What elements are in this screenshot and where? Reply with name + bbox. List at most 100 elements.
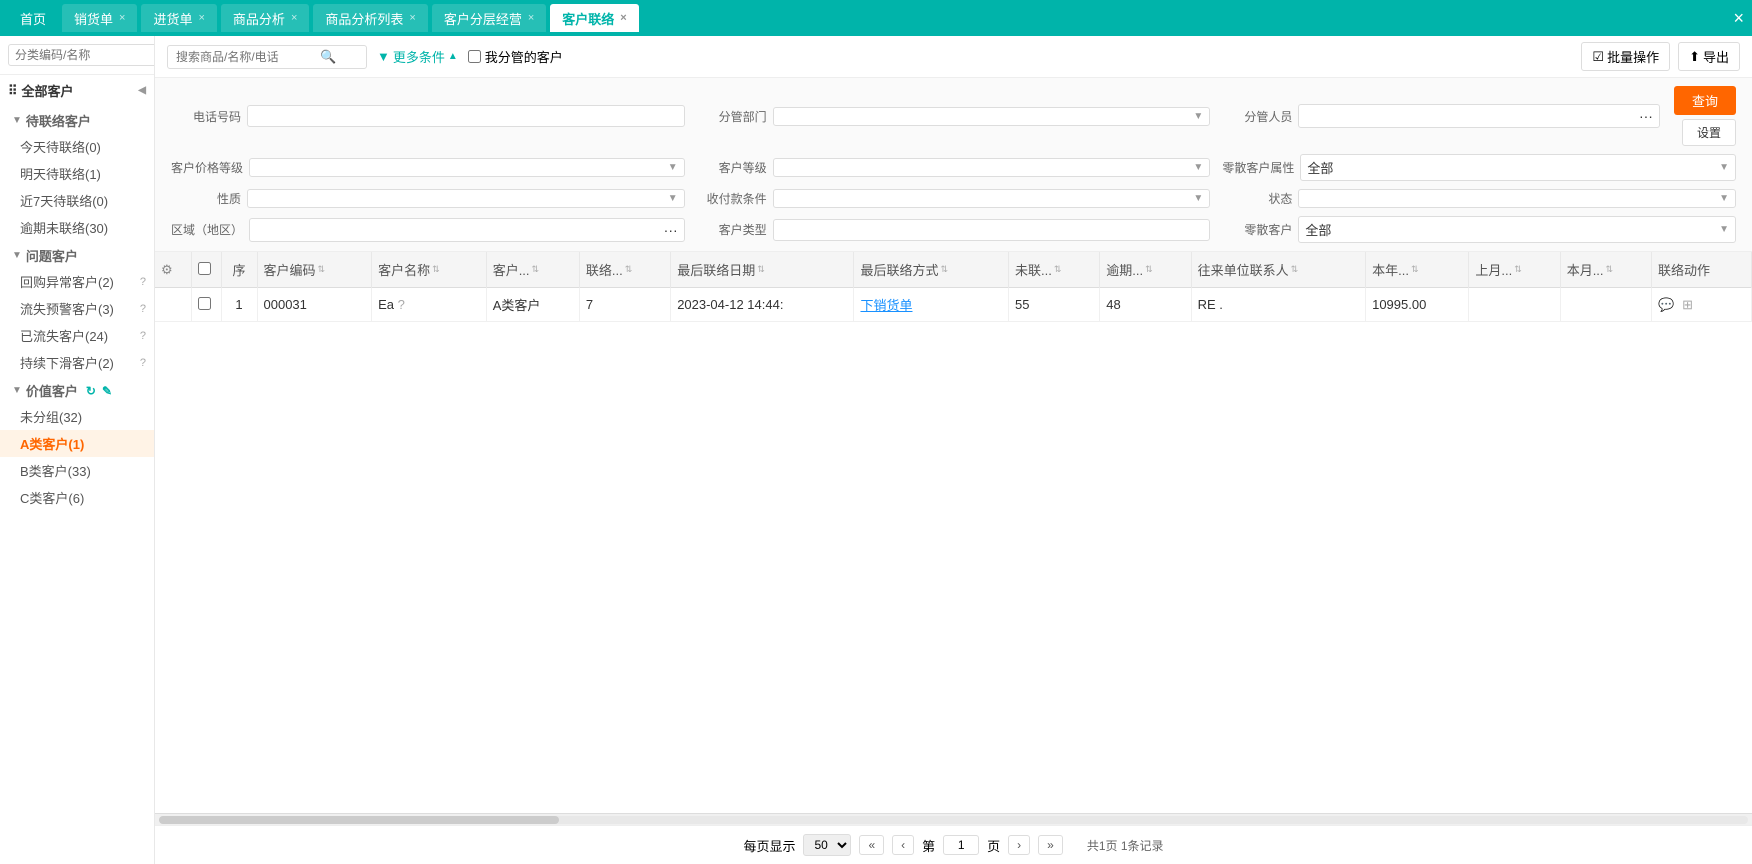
- triangle-icon3: ▼: [12, 385, 22, 396]
- close-tab-goods-analysis[interactable]: ×: [291, 12, 297, 24]
- sidebar-item-lost-warning[interactable]: 流失预警客户(3) ?: [0, 295, 154, 322]
- tab-purchase[interactable]: 进货单 ×: [141, 4, 216, 32]
- filter-nature-select[interactable]: ▼: [247, 189, 685, 208]
- sidebar-item-7days[interactable]: 近7天待联络(0): [0, 187, 154, 214]
- filter-sparse-cust-select[interactable]: 全部 ▼: [1298, 216, 1736, 243]
- my-customers-checkbox[interactable]: 我分管的客户: [468, 47, 563, 66]
- horizontal-scrollbar[interactable]: [155, 813, 1752, 825]
- sort-icon-code[interactable]: ⇅: [318, 264, 326, 275]
- scrollbar-thumb[interactable]: [159, 816, 559, 824]
- help-icon4[interactable]: ?: [140, 357, 146, 369]
- settings-button[interactable]: 设置: [1682, 119, 1736, 146]
- filter-status-label: 状态: [1222, 190, 1292, 207]
- close-all-button[interactable]: ×: [1733, 8, 1744, 29]
- last-page-button[interactable]: »: [1038, 835, 1063, 855]
- select-all-checkbox[interactable]: [198, 262, 211, 275]
- chat-icon[interactable]: 💬: [1658, 297, 1674, 313]
- tab-customer-contact[interactable]: 客户联络 ×: [550, 4, 638, 32]
- sidebar-item-repurchase-anomaly[interactable]: 回购异常客户(2) ?: [0, 268, 154, 295]
- filter-status-select[interactable]: ▼: [1298, 189, 1736, 208]
- row-uncontacted-cell: 55: [1009, 288, 1100, 322]
- top-nav: 首页 销货单 × 进货单 × 商品分析 × 商品分析列表 × 客户分层经营 × …: [0, 0, 1752, 36]
- page-number-input[interactable]: [943, 835, 979, 855]
- filter-region-label: 区域（地区）: [171, 221, 243, 238]
- filter-payment-select[interactable]: ▼: [773, 189, 1211, 208]
- filter-phone: 电话号码: [171, 86, 685, 146]
- tab-home[interactable]: 首页: [8, 4, 58, 32]
- sort-icon-this-year[interactable]: ⇅: [1411, 264, 1419, 275]
- group-value-customers[interactable]: ▼ 价值客户 ↻ ✎: [0, 376, 154, 403]
- grid-icon-action[interactable]: ⊞: [1682, 297, 1693, 313]
- sort-icon-method[interactable]: ⇅: [941, 264, 949, 275]
- sidebar-item-lost[interactable]: 已流失客户(24) ?: [0, 322, 154, 349]
- help-icon1[interactable]: ?: [140, 276, 146, 288]
- filter-dept-label: 分管部门: [697, 108, 767, 125]
- all-customers-header[interactable]: ⠿ 全部客户 ◀: [0, 75, 154, 106]
- group-problem-customers[interactable]: ▼ 问题客户: [0, 241, 154, 268]
- sort-icon-name[interactable]: ⇅: [432, 264, 440, 275]
- page-end-label: 页: [987, 836, 1000, 855]
- more-filters-button[interactable]: ▼ 更多条件 ▲: [377, 47, 458, 66]
- sort-icon-overdue[interactable]: ⇅: [1145, 264, 1153, 275]
- tab-goods-list[interactable]: 商品分析列表 ×: [313, 4, 427, 32]
- close-tab-goods-list[interactable]: ×: [409, 12, 415, 24]
- sidebar-search-input[interactable]: [8, 44, 155, 66]
- filter-sparse-attr-select[interactable]: 全部 ▼: [1300, 154, 1736, 181]
- last-method-link[interactable]: 下销货单: [860, 298, 912, 313]
- filter-payment: 收付款条件 ▼: [697, 189, 1211, 208]
- tab-goods-analysis[interactable]: 商品分析 ×: [221, 4, 309, 32]
- page-size-select[interactable]: 50: [803, 834, 851, 856]
- filter-dept-select[interactable]: ▼: [773, 107, 1211, 126]
- sort-icon-last-date[interactable]: ⇅: [757, 264, 765, 275]
- tab-sales[interactable]: 销货单 ×: [62, 4, 137, 32]
- filter-cust-type-input[interactable]: [773, 219, 1211, 241]
- filter-price-grade-select[interactable]: ▼: [249, 158, 685, 177]
- row-overdue-cell: 48: [1100, 288, 1191, 322]
- settings-icon[interactable]: ⚙: [161, 262, 173, 277]
- filter-search-input[interactable]: [176, 50, 316, 64]
- refresh-icon[interactable]: ↻: [86, 384, 96, 398]
- help-icon2[interactable]: ?: [140, 303, 146, 315]
- close-tab-customer-contact[interactable]: ×: [620, 12, 626, 24]
- dots-icon1[interactable]: ···: [1639, 108, 1653, 124]
- group-pending-contact[interactable]: ▼ 待联络客户: [0, 106, 154, 133]
- sidebar-item-tomorrow[interactable]: 明天待联络(1): [0, 160, 154, 187]
- row-checkbox[interactable]: [198, 297, 211, 310]
- close-tab-sales[interactable]: ×: [119, 12, 125, 24]
- close-tab-purchase[interactable]: ×: [198, 12, 204, 24]
- sidebar-item-declining[interactable]: 持续下滑客户(2) ?: [0, 349, 154, 376]
- first-page-button[interactable]: «: [859, 835, 884, 855]
- next-page-button[interactable]: ›: [1008, 835, 1030, 855]
- tab-customer-segment[interactable]: 客户分层经营 ×: [432, 4, 546, 32]
- sidebar-item-c-class[interactable]: C类客户(6): [0, 484, 154, 511]
- sort-icon-type[interactable]: ⇅: [532, 264, 540, 275]
- sort-icon-uncontacted[interactable]: ⇅: [1054, 264, 1062, 275]
- sort-icon-last-month[interactable]: ⇅: [1514, 264, 1522, 275]
- sidebar-item-a-class[interactable]: A类客户(1): [0, 430, 154, 457]
- filter-cust-grade-select[interactable]: ▼: [773, 158, 1211, 177]
- filter-person-input[interactable]: ···: [1298, 104, 1660, 128]
- main-layout: 🔍 ⠿ 全部客户 ◀ ▼ 待联络客户 今天待联络(0) 明天待联络(1) 近7天…: [0, 36, 1752, 864]
- query-button[interactable]: 查询: [1674, 86, 1736, 115]
- dots-icon2[interactable]: ···: [664, 222, 678, 238]
- my-customers-check[interactable]: [468, 50, 481, 63]
- sort-icon-this-month[interactable]: ⇅: [1606, 264, 1614, 275]
- export-button[interactable]: ⬆ 导出: [1678, 42, 1740, 71]
- sidebar-item-ungrouped[interactable]: 未分组(32): [0, 403, 154, 430]
- col-this-year: 本年... ⇅: [1366, 252, 1469, 288]
- filter-phone-input[interactable]: [247, 105, 685, 127]
- row-name-cell: Ea ?: [372, 288, 487, 322]
- prev-page-button[interactable]: ‹: [892, 835, 914, 855]
- sort-icon-contact[interactable]: ⇅: [625, 264, 633, 275]
- edit-group-icon[interactable]: ✎: [102, 384, 112, 398]
- filter-search-icon[interactable]: 🔍: [320, 49, 336, 65]
- help-icon3[interactable]: ?: [140, 330, 146, 342]
- sidebar-item-today[interactable]: 今天待联络(0): [0, 133, 154, 160]
- filter-dept: 分管部门 ▼: [697, 86, 1211, 146]
- close-tab-customer-segment[interactable]: ×: [528, 12, 534, 24]
- sidebar-item-b-class[interactable]: B类客户(33): [0, 457, 154, 484]
- sort-icon-unit-contact[interactable]: ⇅: [1291, 264, 1299, 275]
- sidebar-item-overdue[interactable]: 逾期未联络(30): [0, 214, 154, 241]
- batch-op-button[interactable]: ☑ 批量操作: [1581, 42, 1670, 71]
- filter-region-input[interactable]: ···: [249, 218, 685, 242]
